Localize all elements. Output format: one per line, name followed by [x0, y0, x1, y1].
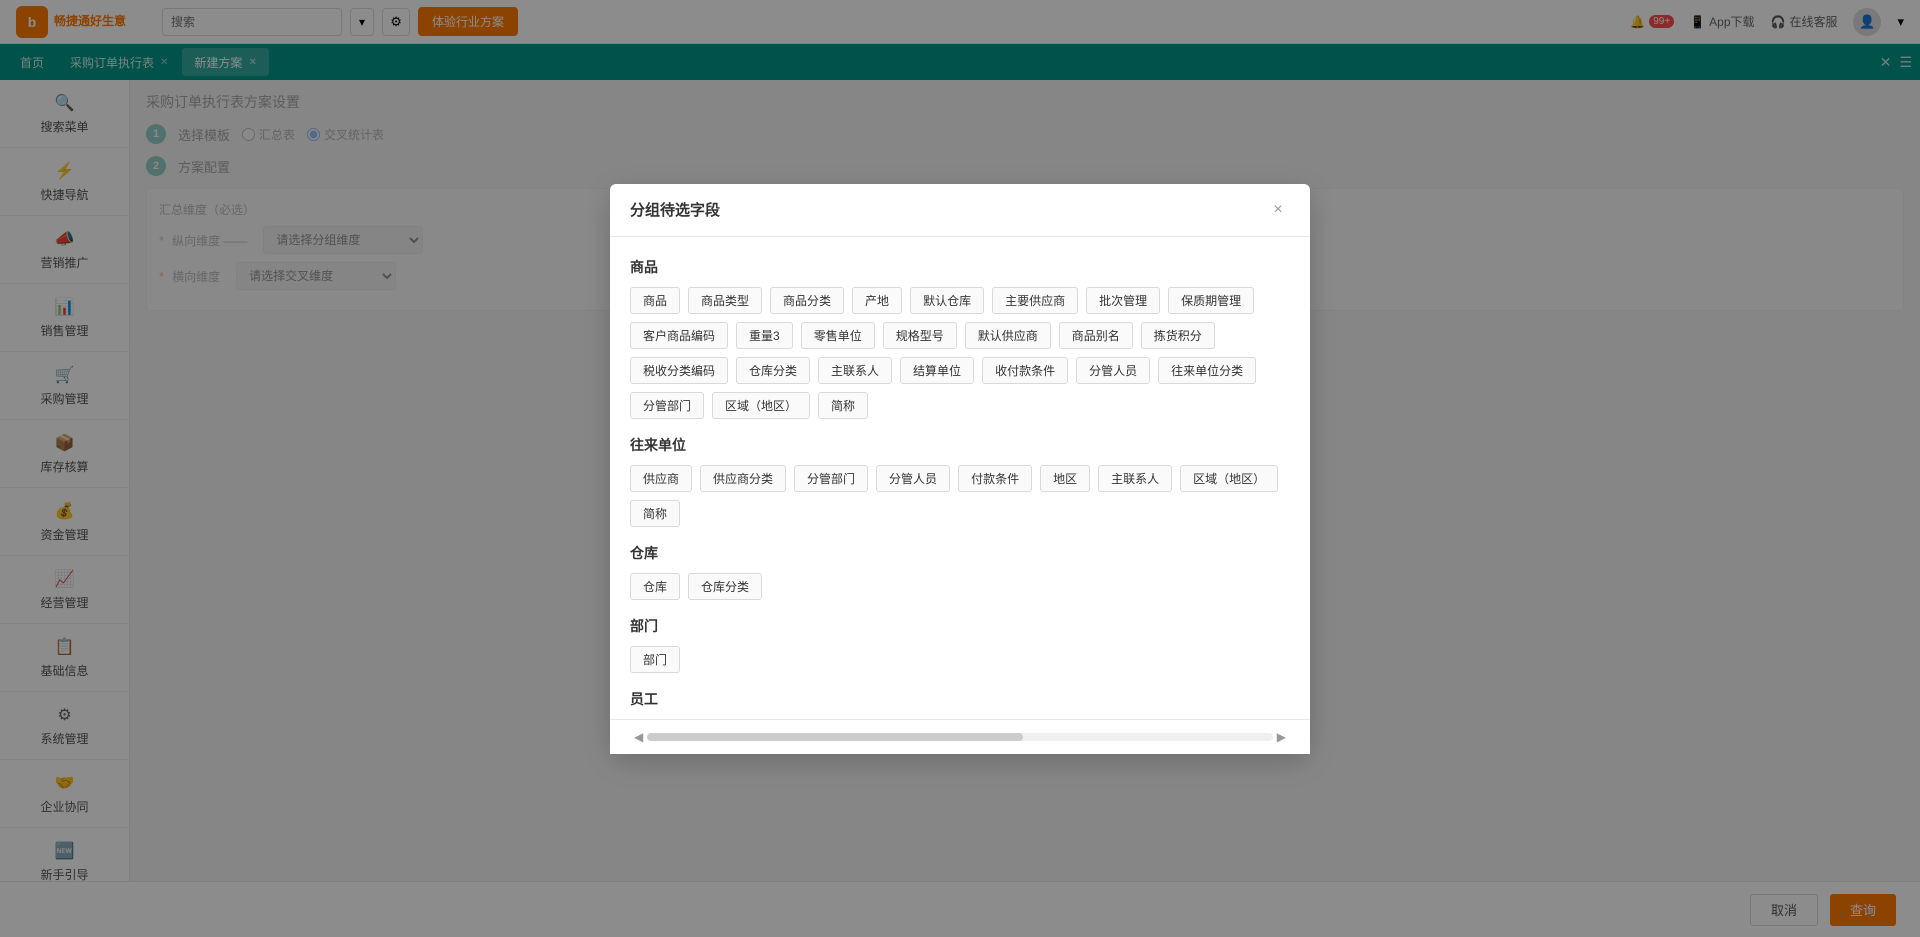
scroll-left-arrow[interactable]: ◀ [630, 730, 647, 744]
field-tag-payment-terms[interactable]: 收付款条件 [982, 357, 1068, 384]
field-tag-partner-short-name[interactable]: 简称 [630, 500, 680, 527]
field-tag-expiry-mgmt[interactable]: 保质期管理 [1168, 287, 1254, 314]
field-tag-goods-type[interactable]: 商品类型 [688, 287, 762, 314]
field-tag-payment-condition[interactable]: 付款条件 [958, 465, 1032, 492]
section-title-goods: 商品 [630, 257, 1290, 277]
field-tag-warehouse-cat[interactable]: 仓库分类 [688, 573, 762, 600]
section-title-department: 部门 [630, 616, 1290, 636]
modal-overlay: 分组待选字段 × 商品 商品 商品类型 商品分类 产地 默认仓库 主要供应商 批… [0, 0, 1920, 937]
section-title-warehouse: 仓库 [630, 543, 1290, 563]
field-tag-settlement-unit[interactable]: 结算单位 [900, 357, 974, 384]
field-tag-tax-code[interactable]: 税收分类编码 [630, 357, 728, 384]
field-tag-area[interactable]: 地区 [1040, 465, 1090, 492]
field-grid-goods: 商品 商品类型 商品分类 产地 默认仓库 主要供应商 批次管理 保质期管理 客户… [630, 287, 1290, 419]
field-tag-related-unit-category[interactable]: 往来单位分类 [1158, 357, 1256, 384]
field-tag-partner-main-contact[interactable]: 主联系人 [1098, 465, 1172, 492]
section-title-partner: 往来单位 [630, 435, 1290, 455]
field-tag-dept[interactable]: 分管部门 [630, 392, 704, 419]
modal-footer-scrollbar: ◀ ▶ [610, 719, 1310, 754]
field-tag-goods-alias[interactable]: 商品别名 [1059, 322, 1133, 349]
field-tag-pick-points[interactable]: 拣货积分 [1141, 322, 1215, 349]
field-tag-supervisor[interactable]: 分管人员 [1076, 357, 1150, 384]
field-tag-short-name-goods[interactable]: 简称 [818, 392, 868, 419]
field-tag-default-supplier[interactable]: 默认供应商 [965, 322, 1051, 349]
field-tag-supplier[interactable]: 供应商 [630, 465, 692, 492]
field-tag-warehouse-category[interactable]: 仓库分类 [736, 357, 810, 384]
field-tag-batch-mgmt[interactable]: 批次管理 [1086, 287, 1160, 314]
field-tag-weight3[interactable]: 重量3 [736, 322, 793, 349]
field-grid-warehouse: 仓库 仓库分类 [630, 573, 1290, 600]
field-tag-warehouse[interactable]: 仓库 [630, 573, 680, 600]
field-tag-partner-region[interactable]: 区域（地区） [1180, 465, 1278, 492]
modal-close-button[interactable]: × [1266, 198, 1290, 222]
field-tag-default-warehouse[interactable]: 默认仓库 [910, 287, 984, 314]
field-tag-retail-unit[interactable]: 零售单位 [801, 322, 875, 349]
field-tag-customer-goods-code[interactable]: 客户商品编码 [630, 322, 728, 349]
modal-body: 商品 商品 商品类型 商品分类 产地 默认仓库 主要供应商 批次管理 保质期管理… [610, 237, 1310, 719]
field-grid-department: 部门 [630, 646, 1290, 673]
field-tag-partner-dept[interactable]: 分管部门 [794, 465, 868, 492]
modal-header: 分组待选字段 × [610, 184, 1310, 237]
field-select-modal: 分组待选字段 × 商品 商品 商品类型 商品分类 产地 默认仓库 主要供应商 批… [610, 184, 1310, 754]
field-grid-partner: 供应商 供应商分类 分管部门 分管人员 付款条件 地区 主联系人 区域（地区） … [630, 465, 1290, 527]
section-title-employee: 员工 [630, 689, 1290, 709]
scroll-thumb [647, 733, 1022, 741]
field-tag-goods[interactable]: 商品 [630, 287, 680, 314]
field-tag-origin[interactable]: 产地 [852, 287, 902, 314]
field-tag-region-goods[interactable]: 区域（地区） [712, 392, 810, 419]
modal-title: 分组待选字段 [630, 199, 720, 220]
horizontal-scrollbar[interactable] [647, 733, 1273, 741]
field-tag-supplier-category[interactable]: 供应商分类 [700, 465, 786, 492]
field-tag-department[interactable]: 部门 [630, 646, 680, 673]
field-tag-main-supplier[interactable]: 主要供应商 [992, 287, 1078, 314]
field-tag-goods-category[interactable]: 商品分类 [770, 287, 844, 314]
field-tag-spec-model[interactable]: 规格型号 [883, 322, 957, 349]
field-tag-main-contact[interactable]: 主联系人 [818, 357, 892, 384]
field-tag-partner-supervisor[interactable]: 分管人员 [876, 465, 950, 492]
scroll-right-arrow[interactable]: ▶ [1273, 730, 1290, 744]
